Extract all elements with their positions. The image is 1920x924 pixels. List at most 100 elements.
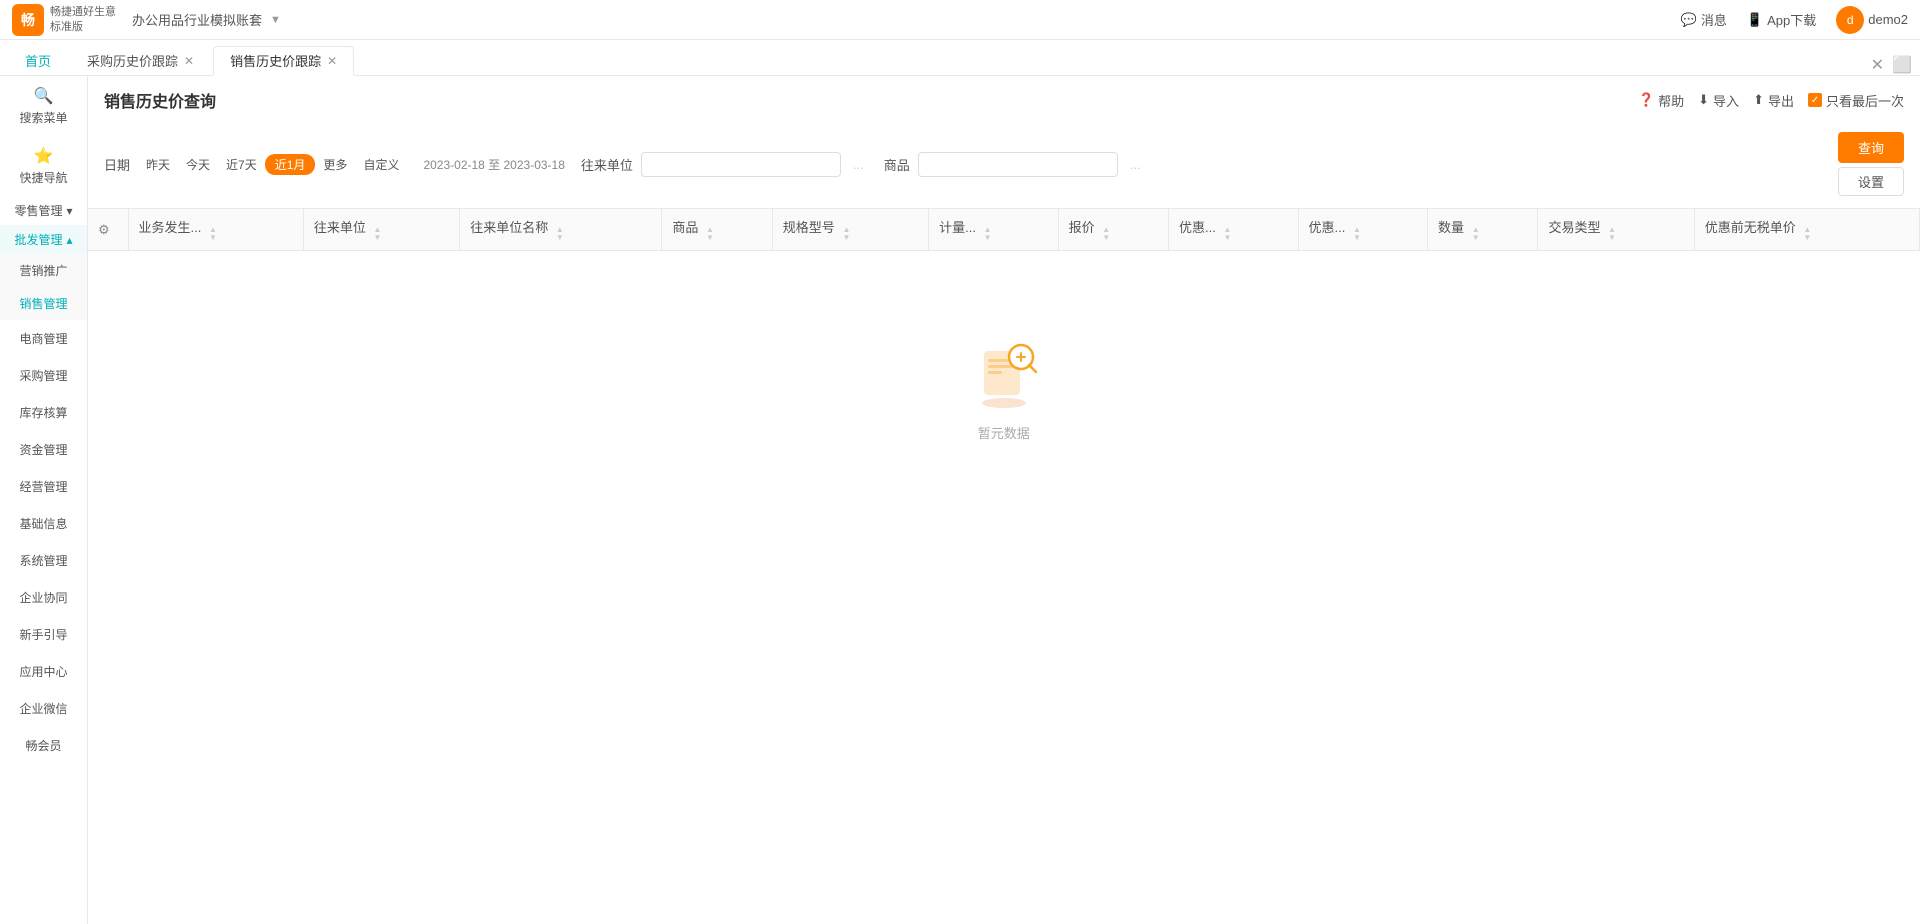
th-partner-code[interactable]: 往来单位 ▲▼ xyxy=(303,209,459,251)
page-title-row: 销售历史价查询 ❓ 帮助 ⬇ 导入 ⬆ 导出 ✓ xyxy=(104,88,1904,112)
tab-maximize[interactable]: ⬜ xyxy=(1892,55,1912,75)
tab-sales-history[interactable]: 销售历史价跟踪 ✕ xyxy=(213,46,354,76)
sort-goods[interactable]: ▲▼ xyxy=(706,226,714,242)
date-btn-1month[interactable]: 近1月 xyxy=(265,154,316,175)
sort-quote[interactable]: ▲▼ xyxy=(1102,226,1110,242)
date-range: 2023-02-18 至 2023-03-18 xyxy=(423,156,564,173)
date-btn-today[interactable]: 今天 xyxy=(178,154,218,175)
th-settings[interactable]: ⚙ xyxy=(88,209,128,251)
date-btn-7days[interactable]: 近7天 xyxy=(218,154,265,175)
date-btn-yesterday[interactable]: 昨天 xyxy=(138,154,178,175)
sidebar-item-marketing[interactable]: 营销推广 xyxy=(0,254,87,287)
table-container: ⚙ 业务发生... ▲▼ 往来单位 ▲▼ xyxy=(88,209,1920,924)
date-btn-more[interactable]: 更多 xyxy=(315,154,355,175)
sort-partner-code[interactable]: ▲▼ xyxy=(374,226,382,242)
checkbox-icon: ✓ xyxy=(1808,93,1822,107)
date-filter-group: 日期 昨天 今天 近7天 近1月 更多 自定义 2023-02-18 至 202… xyxy=(104,154,565,175)
th-quote[interactable]: 报价 ▲▼ xyxy=(1058,209,1168,251)
date-filters: 昨天 今天 近7天 近1月 更多 自定义 xyxy=(138,154,407,175)
sort-spec[interactable]: ▲▼ xyxy=(842,226,850,242)
sidebar-item-finance[interactable]: 资金管理 xyxy=(0,431,87,468)
th-qty[interactable]: 数量 ▲▼ xyxy=(1428,209,1538,251)
tab-bar: 首页 采购历史价跟踪 ✕ 销售历史价跟踪 ✕ ✕ ⬜ xyxy=(0,40,1920,76)
th-unit[interactable]: 计量... ▲▼ xyxy=(929,209,1059,251)
tab-purchase-close[interactable]: ✕ xyxy=(184,54,194,68)
sidebar: 🔍 搜索菜单 ⭐ 快捷导航 零售管理 ▾ 批发管理 ▴ 营销推广 销售管理 电商… xyxy=(0,76,88,924)
content-area: 销售历史价查询 ❓ 帮助 ⬇ 导入 ⬆ 导出 ✓ xyxy=(88,76,1920,924)
query-button[interactable]: 查询 xyxy=(1838,132,1904,163)
logo-area: 畅 畅捷通好生意 标准版 xyxy=(12,4,116,36)
goods-input[interactable] xyxy=(918,152,1118,177)
data-table: ⚙ 业务发生... ▲▼ 往来单位 ▲▼ xyxy=(88,209,1920,522)
tab-close-all[interactable]: ✕ xyxy=(1871,55,1884,75)
sidebar-item-newbie[interactable]: 新手引导 xyxy=(0,616,87,653)
tab-purchase-history[interactable]: 采购历史价跟踪 ✕ xyxy=(70,45,211,75)
wholesale-expand-icon: ▴ xyxy=(66,233,72,247)
partner-input[interactable] xyxy=(641,152,841,177)
export-btn[interactable]: ⬆ 导出 xyxy=(1753,91,1794,110)
page-actions: ❓ 帮助 ⬇ 导入 ⬆ 导出 ✓ 只看最后一次 xyxy=(1638,91,1904,110)
sidebar-item-system[interactable]: 系统管理 xyxy=(0,542,87,579)
sidebar-item-vip[interactable]: 畅会员 xyxy=(0,727,87,764)
sort-trade-type[interactable]: ▲▼ xyxy=(1608,226,1616,242)
sort-biz-date[interactable]: ▲▼ xyxy=(209,226,217,242)
sidebar-item-search-menu[interactable]: 🔍 搜索菜单 xyxy=(0,76,87,136)
partner-dots[interactable]: ... xyxy=(849,157,868,172)
sort-discount2[interactable]: ▲▼ xyxy=(1353,226,1361,242)
filter-row: 日期 昨天 今天 近7天 近1月 更多 自定义 2023-02-18 至 202… xyxy=(104,122,1904,208)
nav-app-download[interactable]: 📱 App下载 xyxy=(1747,10,1816,29)
th-trade-type[interactable]: 交易类型 ▲▼ xyxy=(1538,209,1694,251)
th-partner-name[interactable]: 往来单位名称 ▲▼ xyxy=(460,209,662,251)
nav-user[interactable]: d demo2 xyxy=(1836,6,1908,34)
nav-message[interactable]: 💬 消息 xyxy=(1681,10,1727,29)
th-pre-tax-price[interactable]: 优惠前无税单价 ▲▼ xyxy=(1694,209,1919,251)
sidebar-item-enterprise[interactable]: 企业协同 xyxy=(0,579,87,616)
import-icon: ⬇ xyxy=(1698,92,1709,108)
sidebar-item-basic-info[interactable]: 基础信息 xyxy=(0,505,87,542)
empty-text: 暂元数据 xyxy=(978,423,1030,442)
main-layout: 🔍 搜索菜单 ⭐ 快捷导航 零售管理 ▾ 批发管理 ▴ 营销推广 销售管理 电商… xyxy=(0,76,1920,924)
app-title-dropdown[interactable]: ▼ xyxy=(270,14,281,26)
quick-nav-icon: ⭐ xyxy=(34,146,54,166)
sidebar-item-wholesale-mgmt[interactable]: 批发管理 ▴ xyxy=(0,225,87,254)
message-icon: 💬 xyxy=(1681,12,1697,28)
th-discount2[interactable]: 优惠... ▲▼ xyxy=(1298,209,1428,251)
date-btn-custom[interactable]: 自定义 xyxy=(355,154,407,175)
th-spec[interactable]: 规格型号 ▲▼ xyxy=(772,209,928,251)
import-btn[interactable]: ⬇ 导入 xyxy=(1698,91,1739,110)
th-goods[interactable]: 商品 ▲▼ xyxy=(662,209,772,251)
top-bar: 畅 畅捷通好生意 标准版 办公用品行业模拟账套 ▼ 💬 消息 📱 App下载 d… xyxy=(0,0,1920,40)
settings-button[interactable]: 设置 xyxy=(1838,167,1904,196)
sidebar-item-quick-nav[interactable]: ⭐ 快捷导航 xyxy=(0,136,87,196)
sidebar-item-purchase[interactable]: 采购管理 xyxy=(0,357,87,394)
only-last-checkbox[interactable]: ✓ 只看最后一次 xyxy=(1808,91,1904,110)
sort-pre-tax-price[interactable]: ▲▼ xyxy=(1803,226,1811,242)
sidebar-item-ecommerce[interactable]: 电商管理 xyxy=(0,320,87,357)
sort-partner-name[interactable]: ▲▼ xyxy=(556,226,564,242)
app-icon: 📱 xyxy=(1747,12,1763,28)
logo-icon: 畅 xyxy=(12,4,44,36)
sidebar-item-app-center[interactable]: 应用中心 xyxy=(0,653,87,690)
tab-home[interactable]: 首页 xyxy=(8,45,68,75)
sort-qty[interactable]: ▲▼ xyxy=(1472,226,1480,242)
sidebar-item-wechat[interactable]: 企业微信 xyxy=(0,690,87,727)
avatar: d xyxy=(1836,6,1864,34)
sidebar-item-retail-mgmt[interactable]: 零售管理 ▾ xyxy=(0,196,87,225)
table-settings-icon[interactable]: ⚙ xyxy=(98,222,110,237)
sidebar-item-operations[interactable]: 经营管理 xyxy=(0,468,87,505)
partner-filter-group: 往来单位 ... xyxy=(581,152,868,177)
th-biz-date[interactable]: 业务发生... ▲▼ xyxy=(128,209,303,251)
top-bar-left: 畅 畅捷通好生意 标准版 办公用品行业模拟账套 ▼ xyxy=(12,4,281,36)
partner-label: 往来单位 xyxy=(581,155,633,174)
help-icon: ❓ xyxy=(1638,92,1654,108)
help-btn[interactable]: ❓ 帮助 xyxy=(1638,91,1684,110)
tab-sales-close[interactable]: ✕ xyxy=(327,54,337,68)
sidebar-item-inventory[interactable]: 库存核算 xyxy=(0,394,87,431)
top-bar-right: 💬 消息 📱 App下载 d demo2 xyxy=(1681,6,1908,34)
th-discount1[interactable]: 优惠... ▲▼ xyxy=(1169,209,1299,251)
goods-dots[interactable]: ... xyxy=(1126,157,1145,172)
goods-filter-group: 商品 ... xyxy=(884,152,1145,177)
sort-discount1[interactable]: ▲▼ xyxy=(1223,226,1231,242)
sidebar-item-sales-mgmt[interactable]: 销售管理 xyxy=(0,287,87,320)
sort-unit[interactable]: ▲▼ xyxy=(984,226,992,242)
